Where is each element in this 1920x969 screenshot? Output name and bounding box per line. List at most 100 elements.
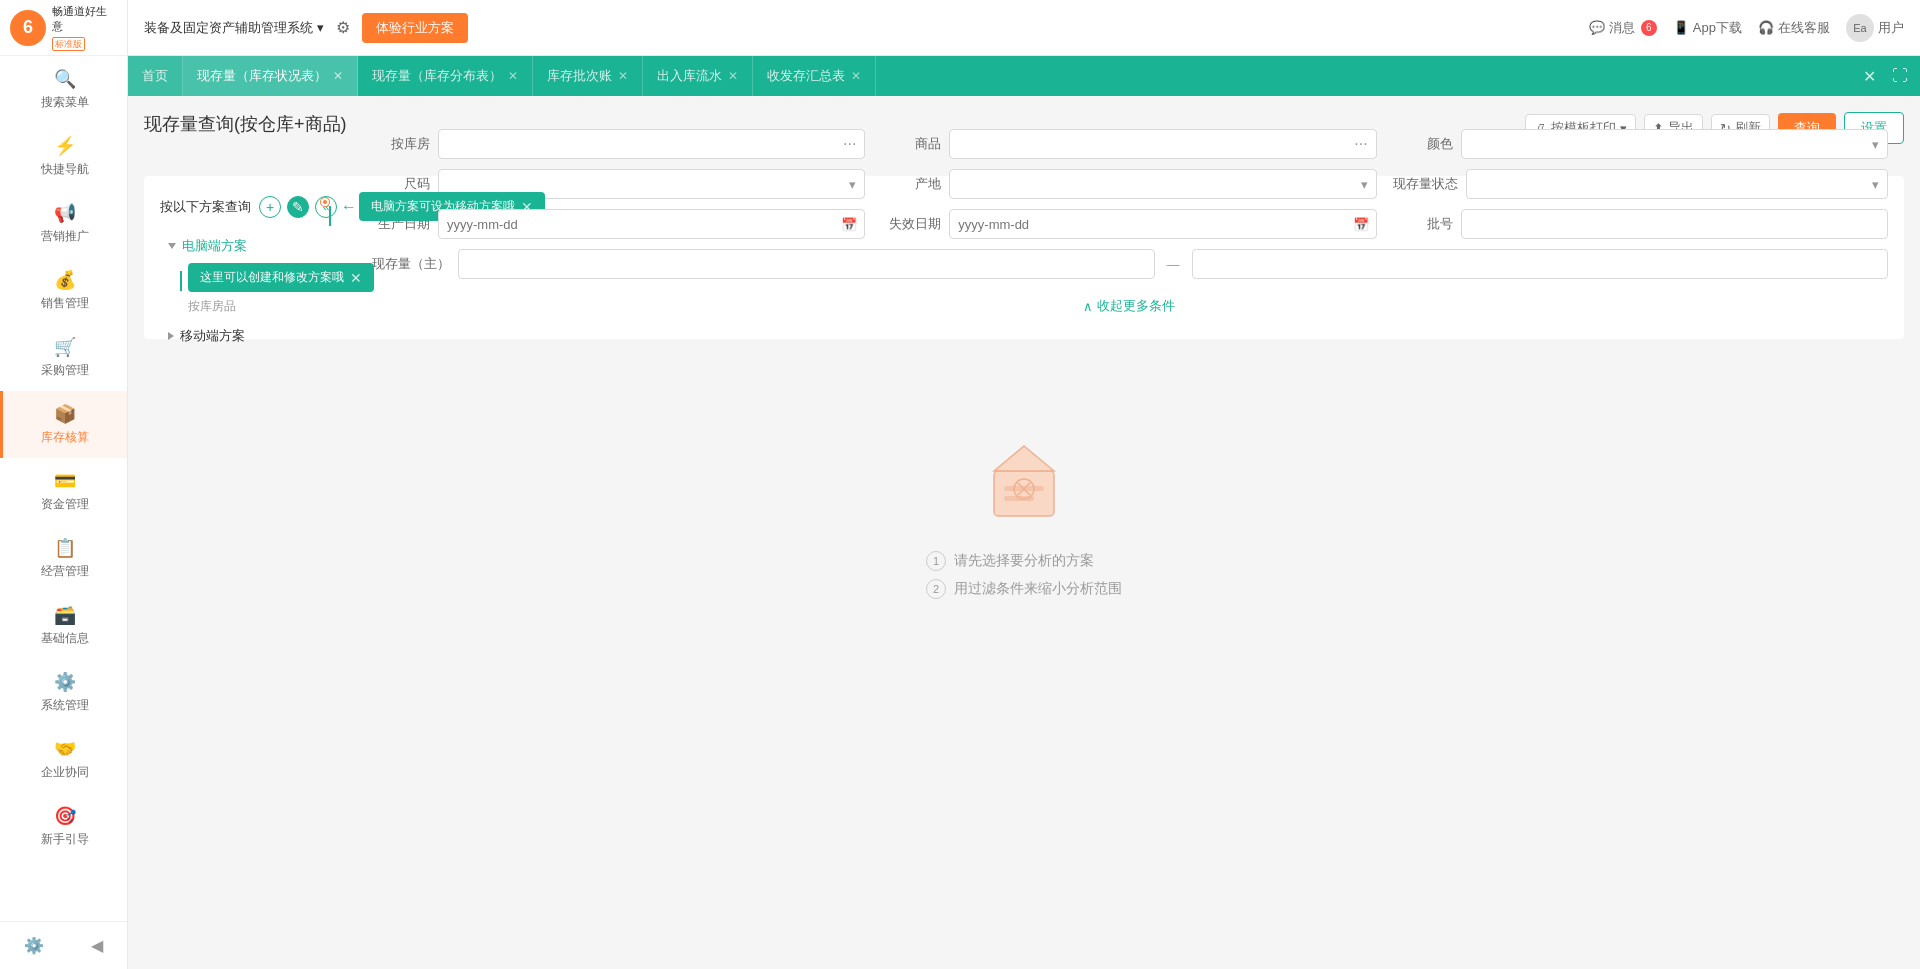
tab-close-inventory-dist[interactable]: ✕ [508,69,518,83]
sidebar-item-quick-nav[interactable]: ⚡ 快捷导航 [0,123,127,190]
user-area[interactable]: Ea 用户 [1846,14,1904,42]
sidebar: 6 畅通道好生意 标准版 🔍 搜索菜单 ⚡ 快捷导航 📢 营销推广 💰 销售管理… [0,0,128,969]
filter-label: 按以下方案查询 [160,198,251,216]
sidebar-item-operation[interactable]: 📋 经营管理 [0,525,127,592]
empty-state: 1 请先选择要分析的方案 2 用过滤条件来缩小分析范围 [144,351,1904,679]
tab-inventory-dist[interactable]: 现存量（库存分布表） ✕ [358,56,533,96]
sidebar-label-guide: 新手引导 [41,831,89,848]
sidebar-item-system[interactable]: ⚙️ 系统管理 [0,659,127,726]
stock-status-dropdown-icon: ▾ [1872,177,1879,192]
add-scheme-btn[interactable]: + [259,196,281,218]
tab-inventory-status-label: 现存量（库存状况表） [197,67,327,85]
filter-field-warehouse: 按库房 ··· [370,129,865,159]
sidebar-nav: 🔍 搜索菜单 ⚡ 快捷导航 📢 营销推广 💰 销售管理 🛒 采购管理 📦 库存核… [0,56,127,921]
app-download-btn[interactable]: 📱 App下载 [1673,19,1742,37]
origin-label: 产地 [881,175,941,193]
filter-field-goods: 商品 ··· [881,129,1376,159]
goods-dots-icon[interactable]: ··· [1350,135,1371,153]
settings-icon[interactable]: ⚙ [336,18,350,37]
origin-select[interactable]: ▾ [949,169,1376,199]
notification-badge: 6 [1641,20,1657,36]
tooltip2-close-btn[interactable]: ✕ [350,270,362,286]
operation-icon: 📋 [54,537,76,559]
system-title: 装备及固定资产辅助管理系统 [144,19,313,37]
tabs-bar-right: ✕ ⛶ [1859,63,1920,90]
sidebar-item-enterprise[interactable]: 🤝 企业协同 [0,726,127,793]
sidebar-label-sales: 销售管理 [41,295,89,312]
collapse-label: 收起更多条件 [1097,297,1175,315]
guide-icon: 🎯 [54,805,76,827]
color-select[interactable]: ▾ [1461,129,1888,159]
app-download-label: App下载 [1693,19,1742,37]
settings-bottom-btn[interactable]: ⚙️ [20,932,48,959]
content-area: 现存量查询(按仓库+商品) 🖨 按模板打印 ▾ ⬆ 导出 ↻ 刷新 查询 设置 [128,96,1920,969]
goods-input[interactable]: ··· [949,129,1376,159]
trial-btn[interactable]: 体验行业方案 [362,13,468,43]
edit-scheme-btn[interactable]: ✎ [287,196,309,218]
tooltip-edit-scheme: 这里可以创建和修改方案哦 ✕ [188,263,374,292]
avatar: Ea [1846,14,1874,42]
system-title-dropdown[interactable]: 装备及固定资产辅助管理系统 ▾ [144,19,324,37]
empty-tips: 1 请先选择要分析的方案 2 用过滤条件来缩小分析范围 [926,551,1122,599]
dropdown-arrow-icon: ▾ [317,20,324,35]
expire-date-input[interactable] [949,209,1376,239]
sidebar-item-purchase[interactable]: 🛒 采购管理 [0,324,127,391]
size-label: 尺码 [370,175,430,193]
headset-icon: 🎧 [1758,20,1774,35]
sidebar-label-inventory: 库存核算 [41,429,89,446]
collapse-sidebar-btn[interactable]: ◀ [87,932,107,959]
filter-section: 按以下方案查询 + ✎ « ← 电脑方案可设为移动方案哦 ✕ [144,176,1904,339]
tab-close-inout-flow[interactable]: ✕ [728,69,738,83]
filter-fields-area: 按库房 ··· 商品 ··· 颜色 [370,129,1888,279]
expire-date-calendar-icon[interactable]: 📅 [1353,217,1369,232]
sidebar-item-search[interactable]: 🔍 搜索菜单 [0,56,127,123]
collapse-bar[interactable]: ∧ 收起更多条件 [370,289,1888,323]
tip-text-1: 请先选择要分析的方案 [954,552,1094,570]
header-left: 装备及固定资产辅助管理系统 ▾ ⚙ 体验行业方案 [144,13,468,43]
batch-input[interactable] [1461,209,1888,239]
search-icon: 🔍 [54,68,76,90]
empty-tip-2: 2 用过滤条件来缩小分析范围 [926,579,1122,599]
tab-inout-flow-label: 出入库流水 [657,67,722,85]
tab-inout-flow[interactable]: 出入库流水 ✕ [643,56,753,96]
mobile-icon: 📱 [1673,20,1689,35]
online-support-label: 在线客服 [1778,19,1830,37]
tab-batch-ledger[interactable]: 库存批次账 ✕ [533,56,643,96]
sidebar-item-marketing[interactable]: 📢 营销推广 [0,190,127,257]
online-support-btn[interactable]: 🎧 在线客服 [1758,19,1830,37]
collapse-icon: ∧ [1083,299,1093,314]
color-label: 颜色 [1393,135,1453,153]
notifications-btn[interactable]: 💬 消息 6 [1589,19,1657,37]
warehouse-input[interactable]: ··· [438,129,865,159]
tab-close-all-btn[interactable]: ✕ [1859,63,1880,90]
color-dropdown-icon: ▾ [1872,137,1879,152]
tab-inventory-status[interactable]: 现存量（库存状况表） ✕ [183,56,358,96]
stock-status-select[interactable]: ▾ [1466,169,1888,199]
sidebar-item-sales[interactable]: 💰 销售管理 [0,257,127,324]
prod-date-calendar-icon[interactable]: 📅 [841,217,857,232]
tab-collect-report-label: 收发存汇总表 [767,67,845,85]
tab-expand-btn[interactable]: ⛶ [1888,63,1912,89]
prod-date-input[interactable] [438,209,865,239]
tab-close-batch-ledger[interactable]: ✕ [618,69,628,83]
purchase-icon: 🛒 [54,336,76,358]
tab-close-inventory-status[interactable]: ✕ [333,69,343,83]
tab-collect-report[interactable]: 收发存汇总表 ✕ [753,56,876,96]
tab-close-collect-report[interactable]: ✕ [851,69,861,83]
notification-icon: 💬 [1589,20,1605,35]
batch-label: 批号 [1393,215,1453,233]
sidebar-item-guide[interactable]: 🎯 新手引导 [0,793,127,860]
filter-field-color: 颜色 ▾ [1393,129,1888,159]
logo-icon: 6 [10,10,46,46]
sidebar-bottom: ⚙️ ◀ [0,921,127,969]
scheme-item-mobile[interactable]: 移动端方案 [168,323,1888,349]
tab-home-label: 首页 [142,67,168,85]
header-right: 💬 消息 6 📱 App下载 🎧 在线客服 Ea 用户 [1589,14,1904,42]
sidebar-item-basic[interactable]: 🗃️ 基础信息 [0,592,127,659]
tooltip-edit-text: 这里可以创建和修改方案哦 [200,269,344,286]
filter-field-prod-date: 生产日期 📅 [370,209,865,239]
warehouse-dots-icon[interactable]: ··· [839,135,860,153]
tab-home[interactable]: 首页 [128,56,183,96]
sidebar-item-inventory[interactable]: 📦 库存核算 [0,391,127,458]
sidebar-item-finance[interactable]: 💳 资金管理 [0,458,127,525]
